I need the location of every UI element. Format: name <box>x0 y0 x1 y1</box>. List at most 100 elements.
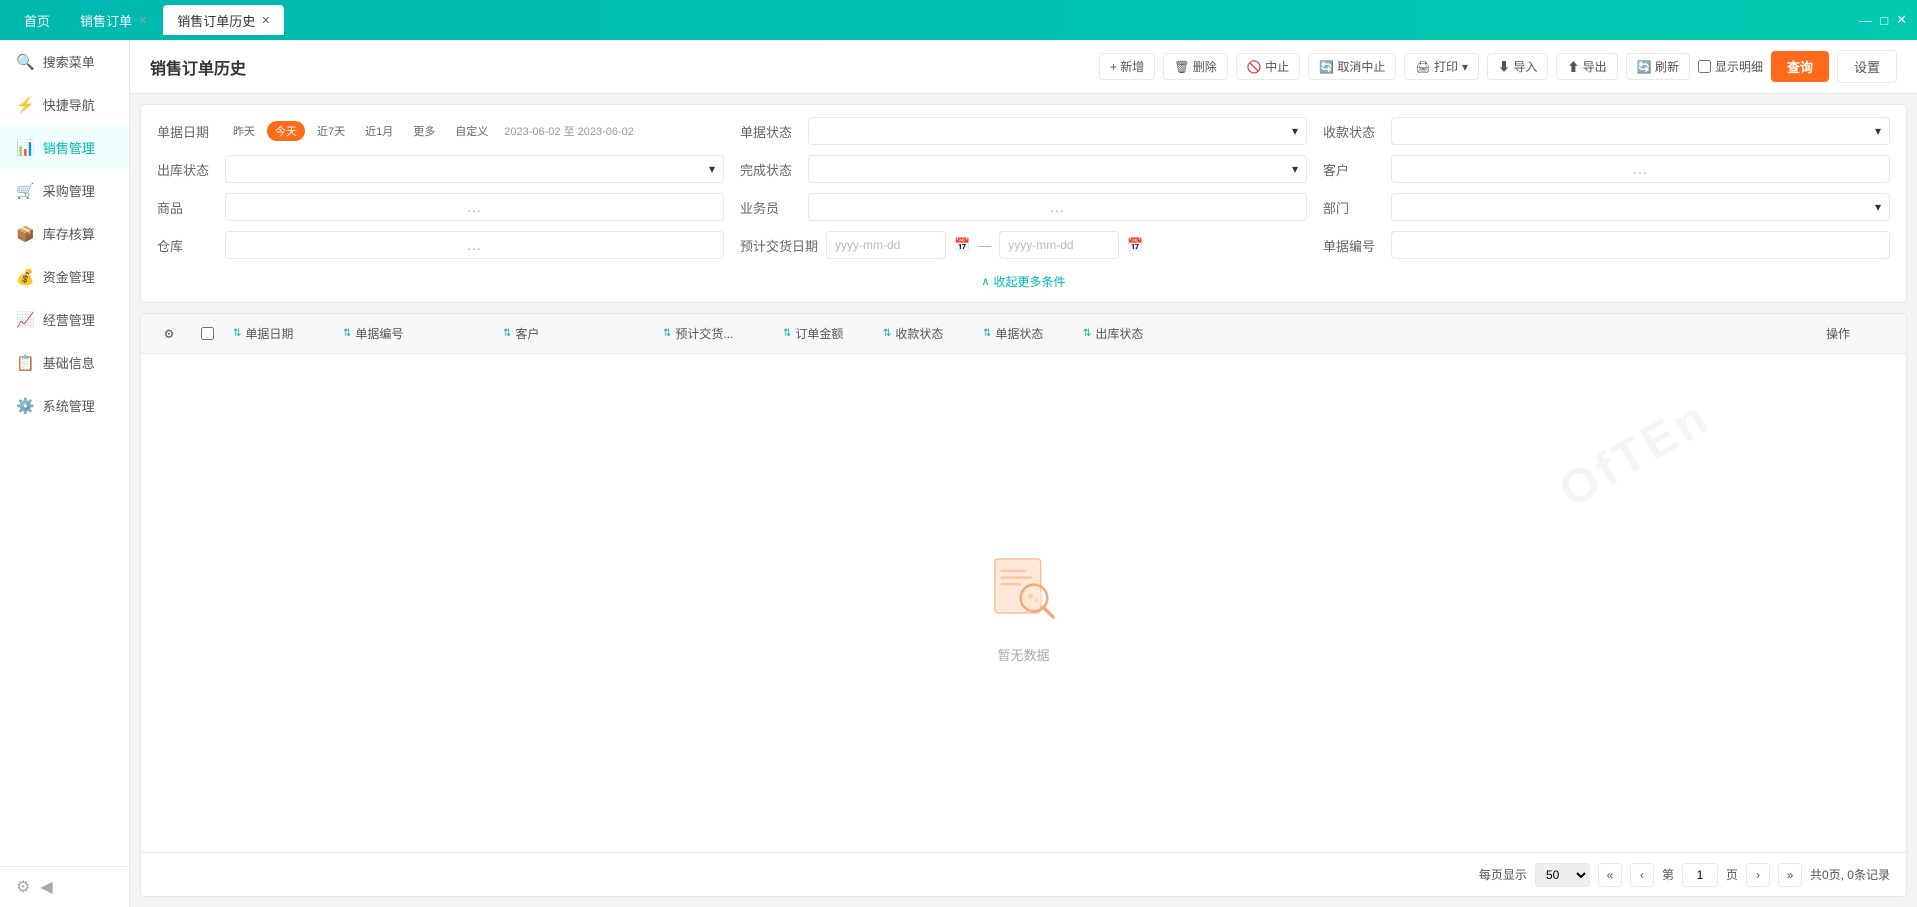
settings-button[interactable]: 设置 <box>1837 50 1897 83</box>
new-button[interactable]: + 新增 <box>1099 53 1155 80</box>
refresh-button[interactable]: 🔄 刷新 <box>1626 53 1690 80</box>
sidebar-collapse-icon[interactable]: ◀ <box>40 877 52 897</box>
first-page-button[interactable]: « <box>1598 863 1622 887</box>
page-title: 销售订单历史 <box>150 55 246 79</box>
sidebar-item-finance[interactable]: 💰 资金管理 <box>0 255 129 298</box>
date-more[interactable]: 更多 <box>405 121 443 141</box>
window-controls: — □ ✕ <box>1859 12 1907 28</box>
print-button[interactable]: 🖨 打印 ▾ <box>1404 53 1479 80</box>
filter-area: 单据日期 昨天 今天 近7天 近1月 更多 自定义 2023-06-02 至 2… <box>140 104 1907 303</box>
content-area: 销售订单历史 + 新增 🗑 删除 🚫 中止 🔄 取消中止 🖨 打印 ▾ <box>130 40 1917 907</box>
sort-icon-delivery[interactable]: ⇅ <box>663 328 671 339</box>
department-label: 部门 <box>1323 198 1383 217</box>
tab-sales-order-history[interactable]: 销售订单历史 ✕ <box>163 5 284 35</box>
basic-info-icon: 📋 <box>16 354 35 372</box>
delete-button[interactable]: 🗑 删除 <box>1163 53 1228 80</box>
receipt-status-filter: 收款状态 ▾ <box>1323 117 1890 145</box>
close-tab-sales-order-history[interactable]: ✕ <box>261 14 270 27</box>
sort-icon-receipt[interactable]: ⇅ <box>883 328 891 339</box>
select-all-checkbox[interactable] <box>201 327 214 340</box>
complete-status-filter: 完成状态 ▾ <box>740 155 1307 183</box>
sidebar-item-operations[interactable]: 📈 经营管理 <box>0 298 129 341</box>
empty-icon <box>974 543 1074 633</box>
sort-icon-customer[interactable]: ⇅ <box>503 328 511 339</box>
date-to-input[interactable]: yyyy-mm-dd <box>999 231 1119 259</box>
page-size-select[interactable]: 50 10 20 100 <box>1535 863 1590 887</box>
complete-status-select[interactable]: ▾ <box>808 155 1307 183</box>
display-dense-toggle[interactable]: 显示明细 <box>1698 58 1763 75</box>
sidebar-item-sales-mgmt[interactable]: 📊 销售管理 <box>0 126 129 169</box>
cancel-stop-button[interactable]: 🔄 取消中止 <box>1308 53 1396 80</box>
sidebar-item-search-menu[interactable]: 🔍 搜索菜单 <box>0 40 129 83</box>
maximize-button[interactable]: □ <box>1880 13 1888 28</box>
stop-button[interactable]: 🚫 中止 <box>1236 53 1300 80</box>
export-button[interactable]: ⬆ 导出 <box>1556 53 1617 80</box>
th-warehouse-status: ⇅ 出库状态 <box>1075 325 1185 342</box>
table-area: ⚙ ⇅ 单据日期 ⇅ 单据编号 ⇅ 客户 ⇅ <box>140 313 1907 897</box>
close-tab-sales-order[interactable]: ✕ <box>138 14 147 27</box>
sidebar-item-purchase-mgmt[interactable]: 🛒 采购管理 <box>0 169 129 212</box>
expected-date-label: 预计交货日期 <box>740 236 818 255</box>
system-mgmt-icon: ⚙️ <box>16 397 35 415</box>
minimize-button[interactable]: — <box>1859 13 1872 28</box>
sidebar-item-basic-info[interactable]: 📋 基础信息 <box>0 341 129 384</box>
date-yesterday[interactable]: 昨天 <box>225 121 263 141</box>
sort-icon[interactable]: ⇅ <box>233 328 241 339</box>
expected-date-filter: 预计交货日期 yyyy-mm-dd 📅 — yyyy-mm-dd 📅 <box>740 231 1307 259</box>
date-7days[interactable]: 近7天 <box>309 121 353 141</box>
th-checkbox[interactable] <box>189 327 225 340</box>
next-page-button[interactable]: › <box>1746 863 1770 887</box>
collapse-label: 收起更多条件 <box>994 273 1066 290</box>
sort-icon-amount[interactable]: ⇅ <box>783 328 791 339</box>
import-button[interactable]: ⬇ 导入 <box>1487 53 1548 80</box>
page-size-label: 每页显示 <box>1479 866 1527 883</box>
sidebar-settings-icon[interactable]: ⚙ <box>16 877 30 897</box>
operations-icon: 📈 <box>16 311 35 329</box>
sidebar: 🔍 搜索菜单 ⚡ 快捷导航 📊 销售管理 🛒 采购管理 📦 库存核算 💰 资金管… <box>0 40 130 907</box>
order-status-select[interactable]: ▾ <box>808 117 1307 145</box>
query-button[interactable]: 查询 <box>1771 51 1829 82</box>
close-button[interactable]: ✕ <box>1896 12 1907 28</box>
warehouse-status-select[interactable]: ▾ <box>225 155 724 183</box>
last-page-button[interactable]: » <box>1778 863 1802 887</box>
product-select[interactable]: ... <box>225 193 724 221</box>
display-dense-label: 显示明细 <box>1715 58 1763 75</box>
department-select[interactable]: ▾ <box>1391 193 1890 221</box>
warehouse-status-filter: 出库状态 ▾ <box>157 155 724 183</box>
sort-icon-order-status[interactable]: ⇅ <box>983 328 991 339</box>
order-status-dropdown-icon: ▾ <box>1292 124 1298 138</box>
warehouse-status-dropdown-icon: ▾ <box>709 162 715 176</box>
date-1month[interactable]: 近1月 <box>357 121 401 141</box>
page-number-input[interactable] <box>1682 863 1718 887</box>
pagination: 每页显示 50 10 20 100 « ‹ 第 页 › » 共0页, 0条记录 <box>141 852 1906 896</box>
date-today[interactable]: 今天 <box>267 121 305 141</box>
tab-sales-order[interactable]: 销售订单 ✕ <box>66 5 161 35</box>
prev-page-button[interactable]: ‹ <box>1630 863 1654 887</box>
receipt-status-select[interactable]: ▾ <box>1391 117 1890 145</box>
sidebar-item-inventory[interactable]: 📦 库存核算 <box>0 212 129 255</box>
tab-home[interactable]: 首页 <box>10 5 64 35</box>
sidebar-item-quick-nav[interactable]: ⚡ 快捷导航 <box>0 83 129 126</box>
display-dense-checkbox[interactable] <box>1698 60 1711 73</box>
gear-icon[interactable]: ⚙ <box>164 327 175 341</box>
order-no-label: 单据编号 <box>1323 236 1383 255</box>
sidebar-item-label: 采购管理 <box>43 181 95 200</box>
order-status-label: 单据状态 <box>740 122 800 141</box>
sidebar-item-system-mgmt[interactable]: ⚙️ 系统管理 <box>0 384 129 427</box>
sort-icon-warehouse[interactable]: ⇅ <box>1083 328 1091 339</box>
warehouse-select[interactable]: ... <box>225 231 724 259</box>
filter-row-1: 单据日期 昨天 今天 近7天 近1月 更多 自定义 2023-06-02 至 2… <box>157 117 1890 145</box>
date-custom[interactable]: 自定义 <box>447 121 496 141</box>
print-dropdown-icon[interactable]: ▾ <box>1462 60 1468 74</box>
calendar-to-icon[interactable]: 📅 <box>1127 237 1143 253</box>
collapse-row[interactable]: ∧ 收起更多条件 <box>157 269 1890 290</box>
date-from-input[interactable]: yyyy-mm-dd <box>826 231 946 259</box>
sort-icon-order[interactable]: ⇅ <box>343 328 351 339</box>
salesperson-select[interactable]: ... <box>808 193 1307 221</box>
order-no-input[interactable] <box>1391 231 1890 259</box>
filter-row-3: 商品 ... 业务员 ... 部门 ▾ <box>157 193 1890 221</box>
customer-select[interactable]: ... <box>1391 155 1890 183</box>
date-options: 昨天 今天 近7天 近1月 更多 自定义 2023-06-02 至 2023-0… <box>225 121 724 141</box>
th-settings[interactable]: ⚙ <box>149 327 189 341</box>
calendar-from-icon[interactable]: 📅 <box>954 237 970 253</box>
